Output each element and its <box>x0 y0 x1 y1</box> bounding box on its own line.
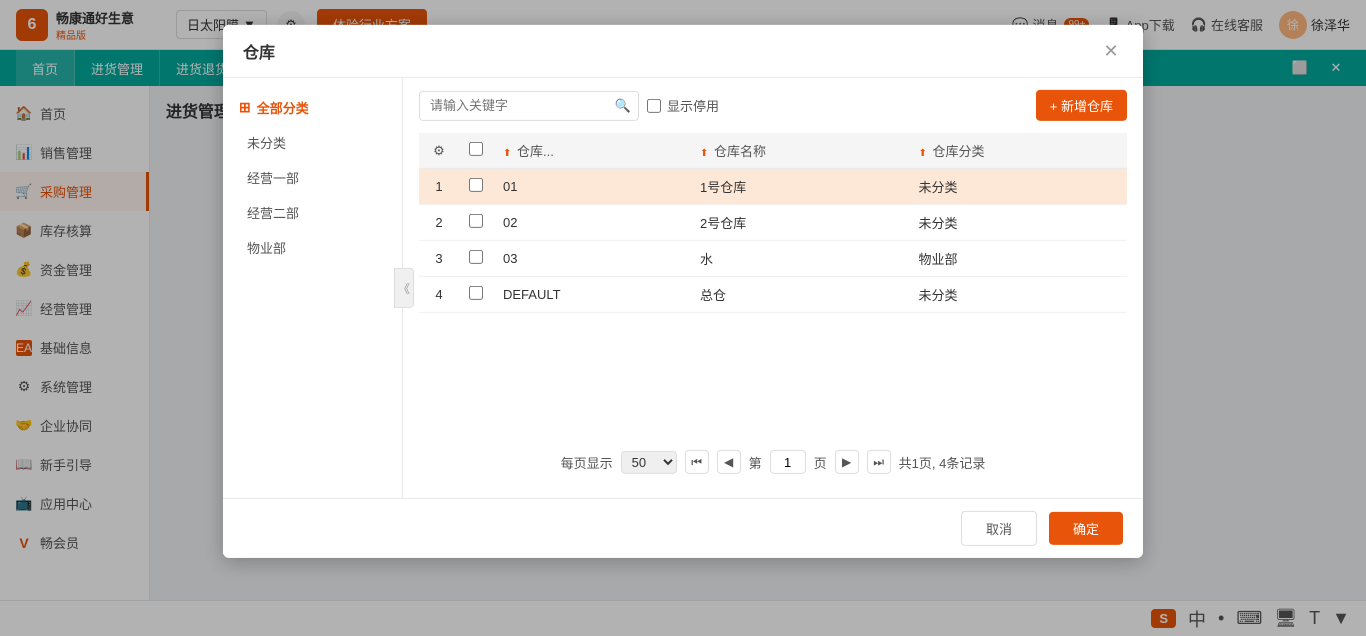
all-categories-label: 全部分类 <box>257 98 309 117</box>
row-category-1: 未分类 <box>908 168 1127 204</box>
col-name: ⬆ 仓库名称 <box>690 133 909 169</box>
row-gear-2: 2 <box>419 204 459 240</box>
modal-header: 仓库 ✕ <box>223 25 1143 78</box>
row-name-4: 总仓 <box>690 276 909 312</box>
col-gear: ⚙ <box>419 133 459 169</box>
page-suffix: 页 <box>814 452 827 471</box>
row-checkbox-1 <box>459 168 493 204</box>
row-code-4: DEFAULT <box>493 276 690 312</box>
collapse-panel-button[interactable]: 《 <box>394 268 414 308</box>
first-page-button[interactable]: ⏮ <box>685 450 709 474</box>
cancel-button[interactable]: 取消 <box>961 511 1037 546</box>
row-code-2: 02 <box>493 204 690 240</box>
grid-icon: ⊞ <box>239 99 251 116</box>
table-body: 1 01 1号仓库 未分类 2 02 <box>419 168 1127 312</box>
last-page-button[interactable]: ⏭ <box>867 450 891 474</box>
search-bar: 🔍 显示停用 + 新增仓库 <box>419 90 1127 121</box>
search-icon[interactable]: 🔍 <box>615 97 631 113</box>
row-checkbox-2 <box>459 204 493 240</box>
row-code-3: 03 <box>493 240 690 276</box>
search-input[interactable] <box>419 90 639 120</box>
row-gear-1: 1 <box>419 168 459 204</box>
table-row[interactable]: 4 DEFAULT 总仓 未分类 <box>419 276 1127 312</box>
row-code-1: 01 <box>493 168 690 204</box>
row-category-2: 未分类 <box>908 204 1127 240</box>
sort-icon-name: ⬆ <box>700 148 708 159</box>
row-gear-4: 4 <box>419 276 459 312</box>
row-name-1: 1号仓库 <box>690 168 909 204</box>
table-row[interactable]: 1 01 1号仓库 未分类 <box>419 168 1127 204</box>
next-page-button[interactable]: ▶ <box>835 450 859 474</box>
show-disabled-wrap: 显示停用 <box>647 96 719 115</box>
row-4-checkbox[interactable] <box>469 286 483 300</box>
pagination-bar: 每页显示 50 10 20 100 ⏮ ◀ 第 页 ▶ ⏭ 共1页, 4条记录 <box>419 438 1127 486</box>
row-3-checkbox[interactable] <box>469 250 483 264</box>
row-checkbox-3 <box>459 240 493 276</box>
gear-col-icon: ⚙ <box>433 142 445 157</box>
total-info: 共1页, 4条记录 <box>899 452 986 471</box>
warehouse-table: ⚙ ⬆ 仓库... ⬆ 仓库名称 <box>419 133 1127 313</box>
modal-footer: 取消 确定 <box>223 498 1143 558</box>
show-disabled-label: 显示停用 <box>667 96 719 115</box>
category-item-property[interactable]: 物业部 <box>223 230 402 265</box>
sort-icon-category: ⬆ <box>918 148 926 159</box>
modal-body: ⊞ 全部分类 未分类 经营一部 经营二部 物业部 《 <box>223 78 1143 498</box>
warehouse-modal: 仓库 ✕ ⊞ 全部分类 未分类 经营一部 经营二部 物业部 《 <box>223 25 1143 558</box>
table-row[interactable]: 3 03 水 物业部 <box>419 240 1127 276</box>
category-panel: ⊞ 全部分类 未分类 经营一部 经营二部 物业部 《 <box>223 78 403 498</box>
page-label: 第 <box>749 452 762 471</box>
show-disabled-checkbox[interactable] <box>647 98 661 112</box>
per-page-label: 每页显示 <box>561 452 613 471</box>
table-row[interactable]: 2 02 2号仓库 未分类 <box>419 204 1127 240</box>
row-gear-3: 3 <box>419 240 459 276</box>
category-item-unclassified[interactable]: 未分类 <box>223 125 402 160</box>
collapse-icon: 《 <box>398 279 410 296</box>
row-name-2: 2号仓库 <box>690 204 909 240</box>
category-item-op1[interactable]: 经营一部 <box>223 160 402 195</box>
row-name-3: 水 <box>690 240 909 276</box>
confirm-button[interactable]: 确定 <box>1049 512 1123 545</box>
page-size-select[interactable]: 50 10 20 100 <box>621 450 677 473</box>
modal-close-button[interactable]: ✕ <box>1099 39 1123 63</box>
row-category-3: 物业部 <box>908 240 1127 276</box>
add-warehouse-button[interactable]: + 新增仓库 <box>1036 90 1127 121</box>
col-category: ⬆ 仓库分类 <box>908 133 1127 169</box>
row-category-4: 未分类 <box>908 276 1127 312</box>
category-item-op2[interactable]: 经营二部 <box>223 195 402 230</box>
page-number-input[interactable] <box>770 450 806 474</box>
prev-page-button[interactable]: ◀ <box>717 450 741 474</box>
modal-title: 仓库 <box>243 39 275 63</box>
row-checkbox-4 <box>459 276 493 312</box>
sort-icon-code: ⬆ <box>503 148 511 159</box>
col-code: ⬆ 仓库... <box>493 133 690 169</box>
col-checkbox <box>459 133 493 169</box>
right-panel: 🔍 显示停用 + 新增仓库 ⚙ <box>403 78 1143 498</box>
search-input-wrap: 🔍 <box>419 90 639 120</box>
row-1-checkbox[interactable] <box>469 178 483 192</box>
table-header: ⚙ ⬆ 仓库... ⬆ 仓库名称 <box>419 133 1127 169</box>
select-all-checkbox[interactable] <box>469 142 483 156</box>
all-categories-button[interactable]: ⊞ 全部分类 <box>223 90 402 125</box>
row-2-checkbox[interactable] <box>469 214 483 228</box>
